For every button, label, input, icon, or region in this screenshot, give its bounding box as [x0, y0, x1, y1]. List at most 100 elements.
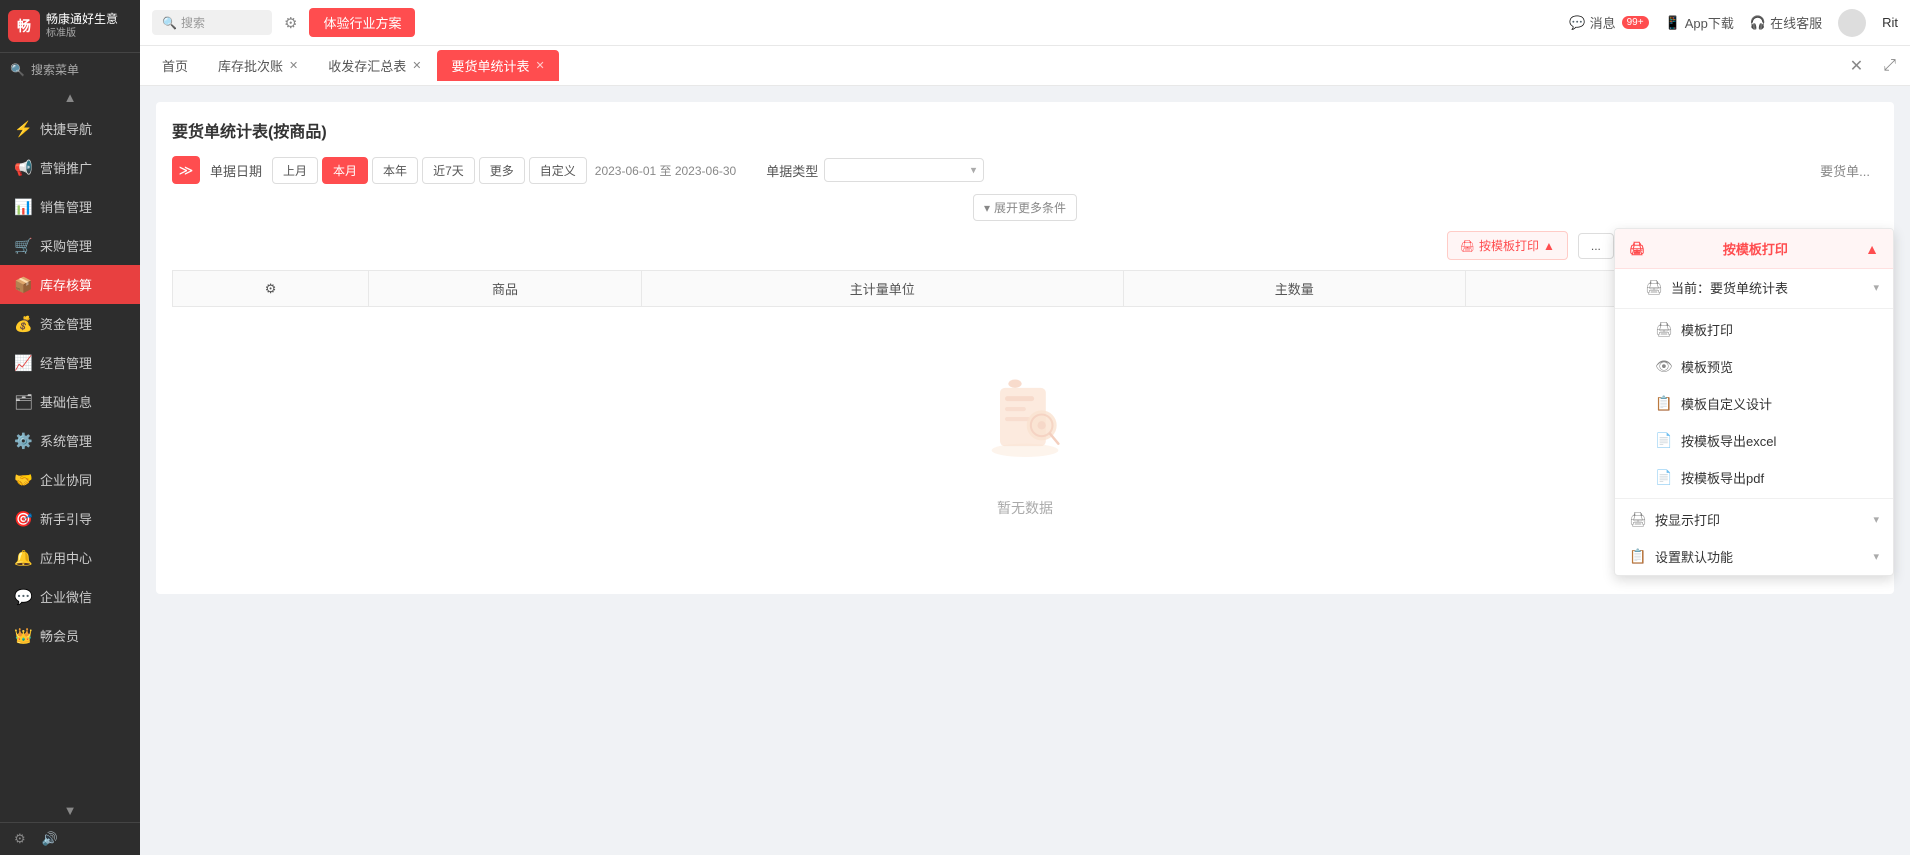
- sidebar-item-shortcut[interactable]: ⚡ 快捷导航: [0, 109, 140, 148]
- message-btn[interactable]: 💬 消息 99+: [1569, 13, 1648, 32]
- sidebar-item-sales[interactable]: 📊 销售管理: [0, 187, 140, 226]
- collab-icon: 🤝: [14, 471, 32, 489]
- tabs-right-controls: ✕ ⤢: [1844, 54, 1902, 78]
- tab-home[interactable]: 首页: [148, 50, 202, 81]
- settings-bottom-icon[interactable]: ⚙: [14, 831, 26, 847]
- col-settings[interactable]: ⚙: [173, 271, 369, 307]
- sidebar-item-operation[interactable]: 📈 经营管理: [0, 343, 140, 382]
- sidebar-item-marketing[interactable]: 📢 营销推广: [0, 148, 140, 187]
- industry-btn[interactable]: 体验行业方案: [309, 8, 415, 37]
- dropdown-template-preview[interactable]: 👁 模板预览: [1615, 348, 1893, 385]
- filter-row: ≫ 单据日期 上月 本月 本年 近7天 更多 自定义 2023-06-01 至 …: [172, 156, 1878, 184]
- col-quantity: 主数量: [1123, 271, 1465, 307]
- topbar-right: 💬 消息 99+ 📱 App下载 🎧 在线客服 Rit: [1569, 9, 1898, 37]
- appstore-icon: 🔔: [14, 549, 32, 567]
- sidebar-item-member[interactable]: 👑 畅会员: [0, 616, 140, 655]
- dropdown-template-pdf[interactable]: 📄 按模板导出pdf: [1615, 459, 1893, 496]
- purchase-icon: 🛒: [14, 237, 32, 255]
- date-btn-7days[interactable]: 近7天: [422, 157, 475, 184]
- tab-close-btn[interactable]: ✕: [1844, 54, 1869, 78]
- sidebar-item-newbie[interactable]: 🎯 新手引导: [0, 499, 140, 538]
- display-print-icon: 🖨: [1629, 511, 1647, 528]
- shortcut-icon: ⚡: [14, 120, 32, 138]
- page-title: 要货单统计表(按商品): [172, 118, 1878, 142]
- sales-icon: 📊: [14, 198, 32, 216]
- sidebar-item-inventory[interactable]: 📦 库存核算: [0, 265, 140, 304]
- topbar-gear[interactable]: ⚙: [280, 10, 301, 36]
- sidebar-item-collab[interactable]: 🤝 企业协同: [0, 460, 140, 499]
- sidebar-item-finance[interactable]: 💰 资金管理: [0, 304, 140, 343]
- newbie-icon: 🎯: [14, 510, 32, 528]
- service-icon: 🎧: [1750, 15, 1766, 31]
- dropdown-template-print[interactable]: 🖨 模板打印: [1615, 311, 1893, 348]
- current-template-arrow: ▾: [1873, 281, 1879, 294]
- sidebar-logo: 畅 畅康通好生意 标准版: [0, 0, 140, 53]
- avatar[interactable]: [1838, 9, 1866, 37]
- operation-icon: 📈: [14, 354, 32, 372]
- date-btn-custom[interactable]: 自定义: [529, 157, 587, 184]
- dropdown-template-excel[interactable]: 📄 按模板导出excel: [1615, 422, 1893, 459]
- expand-conditions-btn[interactable]: ▾ 展开更多条件: [973, 194, 1077, 221]
- tab-inventory-batch[interactable]: 库存批次账 ✕: [204, 50, 312, 81]
- col-product: 商品: [369, 271, 642, 307]
- sidebar-bottom: ⚙ 🔊: [0, 822, 140, 855]
- print-template-btn[interactable]: 🖨 按模板打印 ▲: [1447, 231, 1568, 260]
- sound-icon[interactable]: 🔊: [42, 831, 58, 847]
- inventory-icon: 📦: [14, 276, 32, 294]
- template-pdf-icon: 📄: [1655, 469, 1673, 486]
- tab-close-inventory-batch[interactable]: ✕: [289, 59, 298, 72]
- sidebar-item-appstore[interactable]: 🔔 应用中心: [0, 538, 140, 577]
- sidebar-item-purchase[interactable]: 🛒 采购管理: [0, 226, 140, 265]
- sidebar: 畅 畅康通好生意 标准版 🔍 搜索菜单 ▲ ⚡ 快捷导航 📢 营销推广 📊 销售…: [0, 0, 140, 855]
- divider-2: [1615, 498, 1893, 499]
- tab-order-stats[interactable]: 要货单统计表 ✕: [437, 50, 558, 81]
- content-area: 要货单统计表(按商品) ≫ 单据日期 上月 本月 本年 近7天 更多 自定义 2…: [140, 86, 1910, 855]
- system-icon: ⚙️: [14, 432, 32, 450]
- date-btn-this-month[interactable]: 本月: [322, 157, 368, 184]
- member-icon: 👑: [14, 627, 32, 645]
- topbar-search[interactable]: 🔍 搜索: [152, 10, 272, 35]
- template-preview-icon: 👁: [1655, 358, 1673, 375]
- finance-icon: 💰: [14, 315, 32, 333]
- tab-collection-summary[interactable]: 收发存汇总表 ✕: [314, 50, 435, 81]
- tabs-bar: 首页 库存批次账 ✕ 收发存汇总表 ✕ 要货单统计表 ✕ ✕ ⤢: [140, 46, 1910, 86]
- date-btn-more[interactable]: 更多: [479, 157, 525, 184]
- dropdown-template-design[interactable]: 📋 模板自定义设计: [1615, 385, 1893, 422]
- sidebar-item-system[interactable]: ⚙️ 系统管理: [0, 421, 140, 460]
- filter-toggle-btn[interactable]: ≫: [172, 156, 200, 184]
- dropdown-close-arrow[interactable]: ▲: [1865, 241, 1879, 257]
- topbar-search-icon: 🔍: [162, 16, 177, 30]
- marketing-icon: 📢: [14, 159, 32, 177]
- sidebar-item-wechat[interactable]: 💬 企业微信: [0, 577, 140, 616]
- dropdown-current-template[interactable]: 🖨 当前：要货单统计表 ▾: [1615, 269, 1893, 306]
- print-icon: 🖨: [1460, 239, 1475, 253]
- sidebar-scroll-down[interactable]: ▼: [0, 799, 140, 822]
- date-btn-this-year[interactable]: 本年: [372, 157, 418, 184]
- sidebar-search[interactable]: 🔍 搜索菜单: [0, 53, 140, 86]
- top-right-filter: 要货单...: [1812, 157, 1878, 184]
- app-download-btn[interactable]: 📱 App下载: [1665, 13, 1734, 32]
- username: Rit: [1882, 15, 1898, 30]
- date-filter-group: 上月 本月 本年 近7天 更多 自定义 2023-06-01 至 2023-06…: [272, 157, 736, 184]
- search-icon: 🔍: [10, 63, 25, 77]
- date-btn-last-month[interactable]: 上月: [272, 157, 318, 184]
- divider-1: [1615, 308, 1893, 309]
- main-area: 🔍 搜索 ⚙ 体验行业方案 💬 消息 99+ 📱 App下载 🎧 在线客服 Ri…: [140, 0, 1910, 855]
- sidebar-item-basic[interactable]: 🗂 基础信息: [0, 382, 140, 421]
- type-select-wrap: [824, 158, 984, 182]
- filter-toggle-icon: ≫: [179, 162, 194, 179]
- empty-icon: [975, 367, 1075, 486]
- dropdown-set-default[interactable]: 📋 设置默认功能 ▾: [1615, 538, 1893, 575]
- empty-text: 暂无数据: [997, 498, 1053, 518]
- sidebar-nav: ⚡ 快捷导航 📢 营销推广 📊 销售管理 🛒 采购管理 📦 库存核算 💰 资金管…: [0, 109, 140, 799]
- type-filter-label: 单据类型: [766, 161, 818, 180]
- tab-close-order-stats[interactable]: ✕: [536, 59, 545, 72]
- tab-maximize-btn[interactable]: ⤢: [1877, 55, 1902, 77]
- dropdown-header: 🖨 按模板打印 ▲: [1615, 229, 1893, 269]
- online-service-btn[interactable]: 🎧 在线客服: [1750, 13, 1822, 32]
- type-select[interactable]: [824, 158, 984, 182]
- more-btn[interactable]: ...: [1578, 233, 1614, 259]
- dropdown-display-print[interactable]: 🖨 按显示打印 ▾: [1615, 501, 1893, 538]
- sidebar-scroll-up[interactable]: ▲: [0, 86, 140, 109]
- tab-close-collection-summary[interactable]: ✕: [412, 59, 421, 72]
